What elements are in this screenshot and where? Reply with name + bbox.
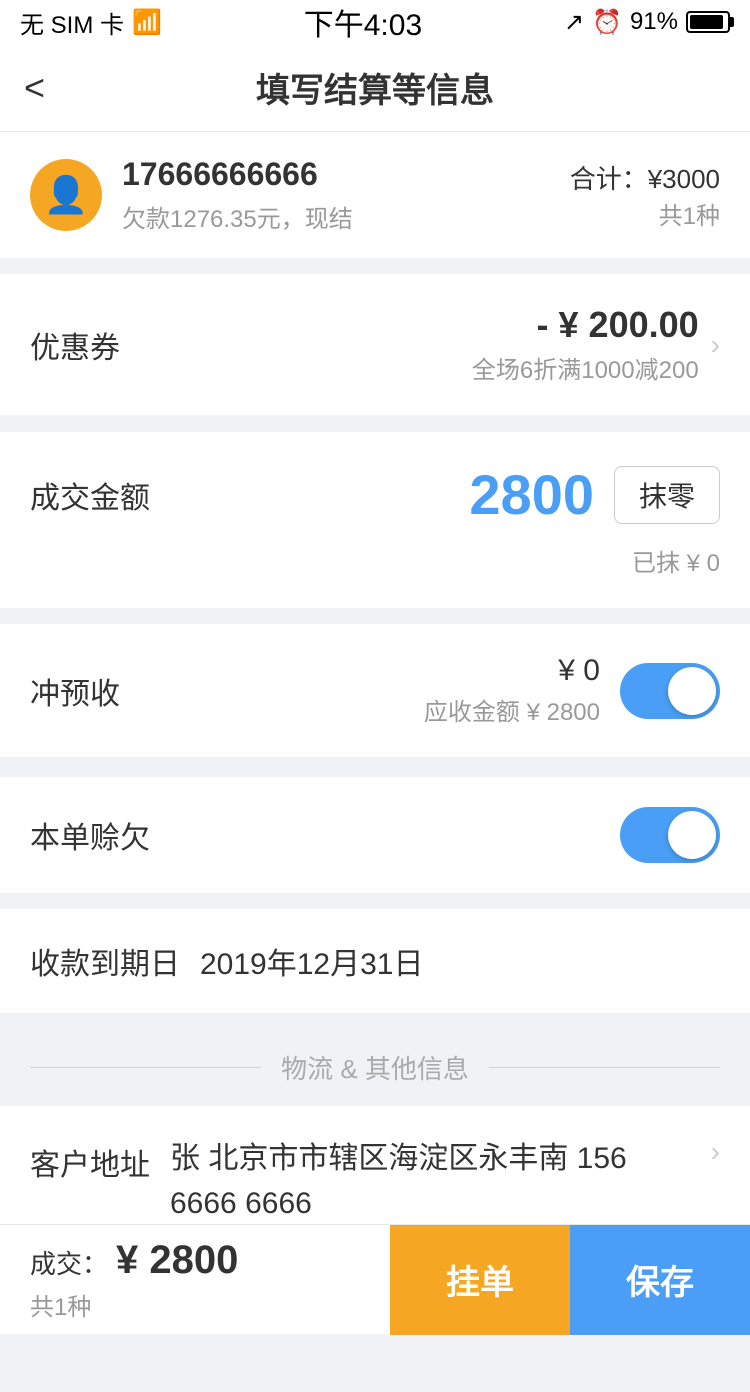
- coupon-label: 优惠券: [30, 323, 120, 367]
- summary-amount: ¥ 2800: [116, 1238, 238, 1283]
- address-chevron-icon: ›: [711, 1136, 720, 1168]
- location-icon: ↗: [564, 8, 584, 37]
- carrier-text: 无 SIM 卡: [20, 5, 124, 40]
- avatar-icon: 👤: [44, 174, 89, 216]
- duedate-value: 2019年12月31日: [200, 939, 423, 983]
- customer-phone: 17666666666: [122, 156, 353, 193]
- customer-debt: 欠款1276.35元，现结: [122, 199, 353, 234]
- nav-bar: < 填写结算等信息: [0, 44, 750, 132]
- status-left: 无 SIM 卡 📶: [20, 5, 162, 40]
- precollect-row: 冲预收 ¥ 0 应收金额 ¥ 2800: [0, 624, 750, 757]
- debt-label: 本单赊欠: [30, 813, 150, 857]
- precollect-values: ¥ 0 应收金额 ¥ 2800: [424, 654, 600, 727]
- divider-line-left: [30, 1067, 261, 1068]
- coupon-right: - ¥ 200.00 全场6折满1000减200: [472, 304, 699, 385]
- duedate-label: 收款到期日: [30, 939, 180, 983]
- transaction-sub: 已抹 ¥ 0: [632, 550, 720, 577]
- precollect-total: 应收金额 ¥ 2800: [424, 692, 600, 727]
- content-scroll: 👤 17666666666 欠款1276.35元，现结 合计：¥3000 共1种…: [0, 132, 750, 1392]
- summary-info: 成交： ¥ 2800 共1种: [0, 1238, 390, 1322]
- coupon-amount: - ¥ 200.00: [537, 304, 699, 346]
- precollect-toggle[interactable]: [620, 663, 720, 719]
- logistics-divider: 物流 & 其他信息: [0, 1029, 750, 1106]
- debt-row: 本单赊欠: [0, 777, 750, 893]
- page-title: 填写结算等信息: [256, 63, 494, 112]
- battery-icon: [686, 11, 730, 33]
- customer-left: 👤 17666666666 欠款1276.35元，现结: [30, 156, 353, 234]
- status-bar: 无 SIM 卡 📶 下午4:03 ↗ ⏰ 91%: [0, 0, 750, 44]
- logistics-label: 物流 & 其他信息: [281, 1049, 469, 1086]
- customer-row: 👤 17666666666 欠款1276.35元，现结 合计：¥3000 共1种: [0, 132, 750, 258]
- coupon-desc: 全场6折满1000减200: [472, 350, 699, 385]
- transaction-amount: 2800: [469, 462, 594, 527]
- debt-toggle-thumb: [668, 811, 716, 859]
- save-button[interactable]: 保存: [570, 1225, 750, 1335]
- coupon-row[interactable]: 优惠券 - ¥ 200.00 全场6折满1000减200 ›: [0, 274, 750, 416]
- section-divider-2: [0, 761, 750, 777]
- precollect-label: 冲预收: [30, 669, 120, 713]
- total-count: 共1种: [570, 196, 720, 231]
- transaction-label: 成交金额: [30, 473, 150, 517]
- customer-info: 17666666666 欠款1276.35元，现结: [122, 156, 353, 234]
- transaction-row: 成交金额 2800 抹零: [30, 462, 720, 527]
- battery-percent: 91%: [630, 8, 678, 36]
- transaction-value-group: 2800 抹零: [469, 462, 720, 527]
- battery-fill: [690, 15, 723, 29]
- avatar: 👤: [30, 159, 102, 231]
- duedate-row: 收款到期日 2019年12月31日: [0, 909, 750, 1013]
- status-time: 下午4:03: [304, 0, 422, 44]
- debt-toggle[interactable]: [620, 807, 720, 863]
- back-button[interactable]: <: [24, 67, 45, 109]
- hold-button[interactable]: 挂单: [390, 1225, 570, 1335]
- toggle-thumb: [668, 667, 716, 715]
- alarm-icon: ⏰: [592, 8, 622, 37]
- chevron-right-icon: ›: [711, 329, 720, 361]
- wifi-icon: 📶: [132, 8, 162, 37]
- summary-count: 共1种: [30, 1287, 360, 1322]
- section-divider-1: [0, 416, 750, 432]
- address-value: 张 北京市市辖区海淀区永丰南 156 6666 6666: [170, 1136, 699, 1226]
- bottom-bar: 成交： ¥ 2800 共1种 挂单 保存: [0, 1224, 750, 1334]
- summary-label: 成交：: [30, 1244, 108, 1281]
- status-right: ↗ ⏰ 91%: [564, 8, 730, 37]
- precollect-right: ¥ 0 应收金额 ¥ 2800: [424, 654, 720, 727]
- round-button[interactable]: 抹零: [614, 466, 720, 524]
- customer-right: 合计：¥3000 共1种: [570, 159, 720, 231]
- total-label: 合计：¥3000: [570, 159, 720, 196]
- divider-line-right: [489, 1067, 720, 1068]
- precollect-amount: ¥ 0: [558, 654, 600, 688]
- transaction-section: 成交金额 2800 抹零 已抹 ¥ 0: [0, 432, 750, 608]
- address-label: 客户地址: [30, 1136, 150, 1184]
